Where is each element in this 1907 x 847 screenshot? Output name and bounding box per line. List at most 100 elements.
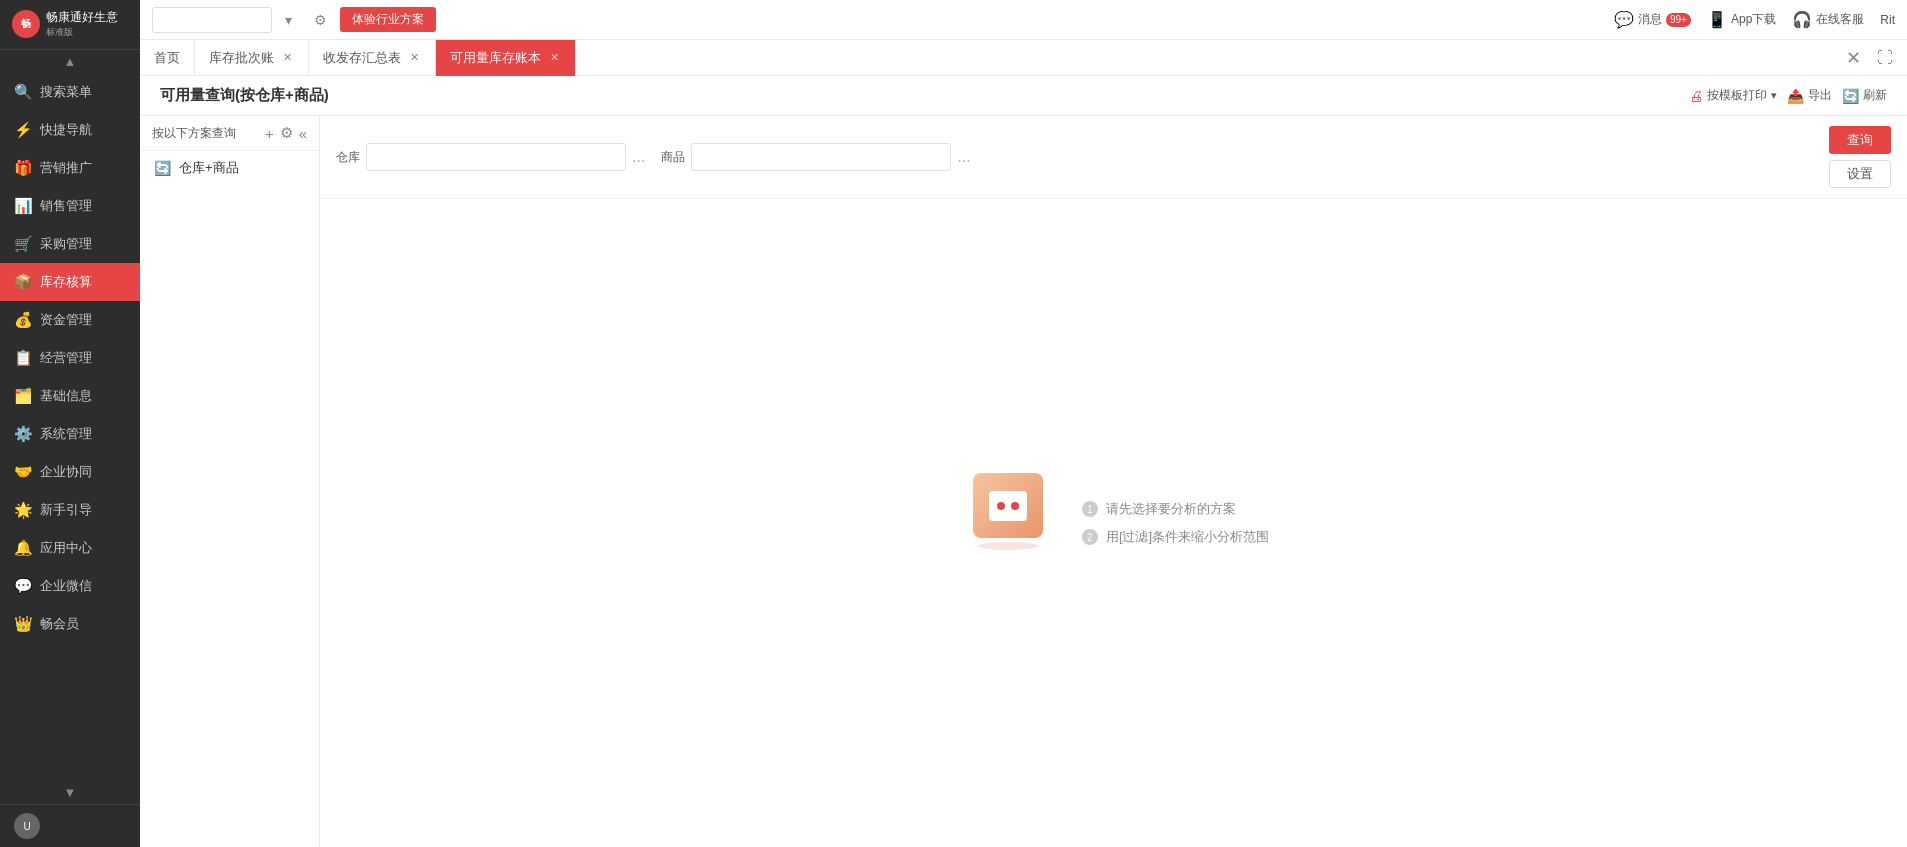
warehouse-field: 仓库 ... xyxy=(336,143,645,171)
print-button[interactable]: 🖨 按模板打印 ▾ xyxy=(1689,87,1777,104)
sidebar-scroll-down[interactable]: ▼ xyxy=(0,781,140,804)
sidebar-item-wechat[interactable]: 💬 企业微信 xyxy=(0,567,140,605)
tab-close-batch-ledger[interactable]: ✕ xyxy=(280,51,294,65)
finance-icon: 💰 xyxy=(14,311,32,329)
filter-panel-header: 按以下方案查询 + ⚙ « xyxy=(140,116,319,151)
logo-text: 畅康通好生意 标准版 xyxy=(46,10,118,39)
empty-tips: 1 请先选择要分析的方案 2 用[过滤]条件来缩小分析范围 xyxy=(1082,500,1269,546)
page-header: 可用量查询(按仓库+商品) 🖨 按模板打印 ▾ 📤 导出 🔄 刷新 xyxy=(140,76,1907,116)
page-title: 可用量查询(按仓库+商品) xyxy=(160,86,329,105)
page-header-actions: 🖨 按模板打印 ▾ 📤 导出 🔄 刷新 xyxy=(1689,87,1887,104)
tab-close-available-ledger[interactable]: ✕ xyxy=(547,51,561,65)
print-dropdown-icon: ▾ xyxy=(1771,89,1777,102)
avatar: U xyxy=(14,813,40,839)
query-fields-row: 仓库 ... 商品 ... 查询 设置 xyxy=(320,116,1907,199)
quick-nav-icon: ⚡ xyxy=(14,121,32,139)
tab-collect-summary[interactable]: 收发存汇总表 ✕ xyxy=(309,40,436,76)
print-icon: 🖨 xyxy=(1689,88,1703,104)
sidebar-item-search[interactable]: 🔍 搜索菜单 xyxy=(0,73,140,111)
trial-button[interactable]: 体验行业方案 xyxy=(340,7,436,32)
refresh-icon: 🔄 xyxy=(1842,88,1859,104)
sidebar-item-system[interactable]: ⚙️ 系统管理 xyxy=(0,415,140,453)
sidebar-item-purchase[interactable]: 🛒 采购管理 xyxy=(0,225,140,263)
warehouse-ellipsis[interactable]: ... xyxy=(632,148,645,166)
goods-field: 商品 ... xyxy=(661,143,970,171)
robot-shadow xyxy=(978,542,1038,550)
filter-panel: 按以下方案查询 + ⚙ « 🔄 仓库+商品 xyxy=(140,116,320,847)
goods-input[interactable] xyxy=(691,143,951,171)
sidebar-item-finance[interactable]: 💰 资金管理 xyxy=(0,301,140,339)
robot-eye-right xyxy=(1011,502,1019,510)
guide-icon: 🌟 xyxy=(14,501,32,519)
settings-button[interactable]: 设置 xyxy=(1829,160,1891,188)
tab-close-collect-summary[interactable]: ✕ xyxy=(407,51,421,65)
sales-icon: 📊 xyxy=(14,197,32,215)
filter-item-icon: 🔄 xyxy=(154,160,171,176)
export-button[interactable]: 📤 导出 xyxy=(1787,87,1832,104)
query-button[interactable]: 查询 xyxy=(1829,126,1891,154)
sidebar-user[interactable]: U xyxy=(0,804,140,847)
sidebar-item-apps[interactable]: 🔔 应用中心 xyxy=(0,529,140,567)
topbar-dropdown-button[interactable]: ▾ xyxy=(276,8,300,32)
filter-settings-button[interactable]: ⚙ xyxy=(280,124,293,142)
system-icon: ⚙️ xyxy=(14,425,32,443)
sidebar-item-operations[interactable]: 📋 经营管理 xyxy=(0,339,140,377)
empty-state: 1 请先选择要分析的方案 2 用[过滤]条件来缩小分析范围 xyxy=(320,199,1907,847)
sidebar-item-sales[interactable]: 📊 销售管理 xyxy=(0,187,140,225)
sidebar-item-guide[interactable]: 🌟 新手引导 xyxy=(0,491,140,529)
tab-batch-ledger[interactable]: 库存批次账 ✕ xyxy=(195,40,309,76)
sidebar-nav: 🔍 搜索菜单 ⚡ 快捷导航 🎁 营销推广 📊 销售管理 🛒 采购管理 📦 库存核… xyxy=(0,73,140,781)
content-layout: 按以下方案查询 + ⚙ « 🔄 仓库+商品 仓库 xyxy=(140,116,1907,847)
tab-close-button[interactable]: ✕ xyxy=(1839,44,1867,72)
tab-available-ledger[interactable]: 可用量库存账本 ✕ xyxy=(436,40,576,76)
sidebar-item-inventory[interactable]: 📦 库存核算 xyxy=(0,263,140,301)
topbar: ▾ ⚙ 体验行业方案 💬 消息 99+ 📱 App下载 🎧 在线客服 Rit xyxy=(140,0,1907,40)
sidebar-item-cooperation[interactable]: 🤝 企业协同 xyxy=(0,453,140,491)
export-icon: 📤 xyxy=(1787,88,1804,104)
filter-panel-header-actions: + ⚙ « xyxy=(265,124,307,142)
apps-icon: 🔔 xyxy=(14,539,32,557)
topbar-right: 💬 消息 99+ 📱 App下载 🎧 在线客服 Rit xyxy=(1614,10,1895,29)
app-download-group[interactable]: 📱 App下载 xyxy=(1707,10,1776,29)
sidebar-logo: 畅 畅康通好生意 标准版 xyxy=(0,0,140,50)
sidebar-item-marketing[interactable]: 🎁 营销推广 xyxy=(0,149,140,187)
cooperation-icon: 🤝 xyxy=(14,463,32,481)
sidebar-scroll-up[interactable]: ▲ xyxy=(0,50,140,73)
warehouse-input[interactable] xyxy=(366,143,626,171)
tab-expand-button[interactable]: ⛶ xyxy=(1871,44,1899,72)
sidebar-item-basic[interactable]: 🗂️ 基础信息 xyxy=(0,377,140,415)
topbar-search-input[interactable] xyxy=(152,7,272,33)
empty-tip-2: 2 用[过滤]条件来缩小分析范围 xyxy=(1082,528,1269,546)
topbar-gear-button[interactable]: ⚙ xyxy=(308,8,332,32)
cart-icon: 🛒 xyxy=(14,235,32,253)
sidebar-item-member[interactable]: 👑 畅会员 xyxy=(0,605,140,643)
inventory-icon: 📦 xyxy=(14,273,32,291)
tip-num-1: 1 xyxy=(1082,501,1098,517)
gift-icon: 🎁 xyxy=(14,159,32,177)
headset-icon: 🎧 xyxy=(1792,10,1812,29)
sidebar: 畅 畅康通好生意 标准版 ▲ 🔍 搜索菜单 ⚡ 快捷导航 🎁 营销推广 📊 销售… xyxy=(0,0,140,847)
user-name[interactable]: Rit xyxy=(1880,13,1895,27)
phone-icon: 📱 xyxy=(1707,10,1727,29)
robot-box xyxy=(973,473,1043,538)
robot-eye-left xyxy=(997,502,1005,510)
robot-face xyxy=(989,491,1027,521)
online-service-group[interactable]: 🎧 在线客服 xyxy=(1792,10,1864,29)
topbar-search-area: ▾ xyxy=(152,7,300,33)
page-content: 可用量查询(按仓库+商品) 🖨 按模板打印 ▾ 📤 导出 🔄 刷新 xyxy=(140,76,1907,847)
goods-ellipsis[interactable]: ... xyxy=(957,148,970,166)
filter-collapse-button[interactable]: « xyxy=(299,125,307,142)
tabs-right-actions: ✕ ⛶ xyxy=(1839,44,1907,72)
tab-home[interactable]: 首页 xyxy=(140,40,195,76)
refresh-button[interactable]: 🔄 刷新 xyxy=(1842,87,1887,104)
empty-tip-1: 1 请先选择要分析的方案 xyxy=(1082,500,1269,518)
empty-illustration xyxy=(958,473,1058,573)
sidebar-item-quick-nav[interactable]: ⚡ 快捷导航 xyxy=(0,111,140,149)
basic-icon: 🗂️ xyxy=(14,387,32,405)
search-icon: 🔍 xyxy=(14,83,32,101)
member-icon: 👑 xyxy=(14,615,32,633)
message-group[interactable]: 💬 消息 99+ xyxy=(1614,10,1691,29)
filter-add-button[interactable]: + xyxy=(265,125,274,142)
filter-item-warehouse-goods[interactable]: 🔄 仓库+商品 xyxy=(140,151,319,185)
operations-icon: 📋 xyxy=(14,349,32,367)
